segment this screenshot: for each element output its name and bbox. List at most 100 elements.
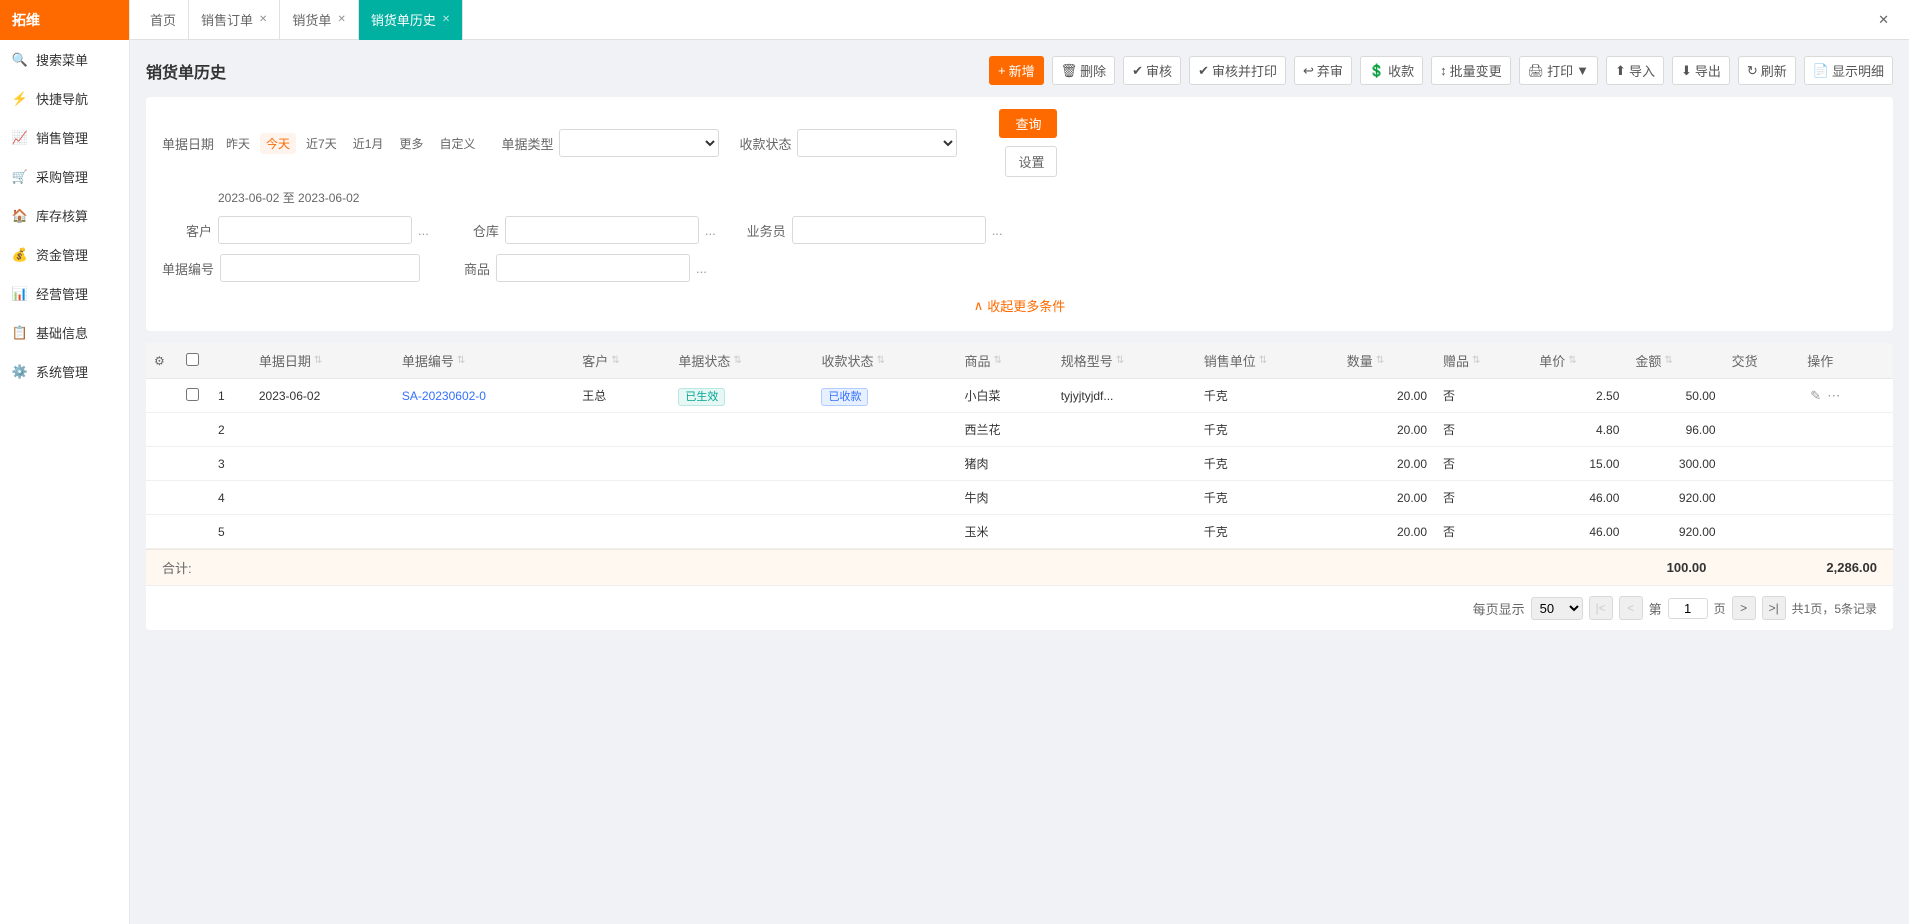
batch-change-button[interactable]: ↕ 批量变更	[1431, 56, 1511, 85]
goods-dots[interactable]: ...	[696, 261, 707, 276]
custom-btn[interactable]: 自定义	[433, 133, 481, 154]
cell-qty: 20.00	[1339, 379, 1435, 413]
customer-input[interactable]	[218, 216, 412, 244]
row-checkbox[interactable]	[186, 388, 199, 401]
print-button[interactable]: 🖨 打印 ▼	[1519, 56, 1598, 85]
date-label: 单据日期	[162, 134, 214, 153]
tab-sales-order[interactable]: 销售订单 ✕	[189, 0, 280, 40]
sidebar-item-search-menu[interactable]: 🔍 搜索菜单	[0, 40, 129, 79]
import-icon: ⬆	[1615, 63, 1626, 79]
th-goods[interactable]: 商品⇅	[957, 343, 1053, 379]
table-footer: 合计: 100.00 2,286.00	[146, 549, 1893, 585]
chevron-up-icon: ∧	[974, 298, 984, 314]
add-button[interactable]: + 新增	[989, 56, 1044, 85]
th-spec[interactable]: 规格型号⇅	[1053, 343, 1196, 379]
tab-sales-history[interactable]: 销货单历史 ✕	[359, 0, 463, 40]
1month-btn[interactable]: 近1月	[347, 133, 390, 154]
warehouse-input[interactable]	[505, 216, 699, 244]
select-all-checkbox[interactable]	[186, 353, 199, 366]
sidebar-item-ops-mgmt[interactable]: 📊 经营管理	[0, 274, 129, 313]
per-page-select[interactable]: 50 100	[1531, 597, 1583, 620]
th-amount[interactable]: 金额⇅	[1627, 343, 1723, 379]
goods-input[interactable]	[496, 254, 690, 282]
cell-goods: 玉米	[957, 515, 1053, 549]
cell-collect-status	[813, 413, 956, 447]
doc-type-select[interactable]	[559, 129, 719, 157]
th-gift[interactable]: 赠品⇅	[1435, 343, 1531, 379]
cell-action	[1799, 447, 1893, 481]
sidebar-item-funds-mgmt[interactable]: 💰 资金管理	[0, 235, 129, 274]
tab-close-icon[interactable]: ✕	[442, 14, 450, 25]
close-all-tabs-button[interactable]: ✕	[1866, 12, 1901, 28]
prev-page-button[interactable]: <	[1619, 596, 1643, 620]
cell-goods: 猪肉	[957, 447, 1053, 481]
last-page-button[interactable]: >|	[1762, 596, 1786, 620]
doc-no-input[interactable]	[220, 254, 420, 282]
sort-icon: ⇅	[314, 355, 322, 366]
main-area: 首页 销售订单 ✕ 销货单 ✕ 销货单历史 ✕ ✕ 销货单历史 + 新增	[130, 0, 1909, 924]
show-detail-button[interactable]: 📄 显示明细	[1804, 56, 1893, 85]
abandon-button[interactable]: ↩ 弃审	[1294, 56, 1352, 85]
th-settings[interactable]: ⚙	[146, 343, 178, 379]
audit-print-button[interactable]: ✔ 审核并打印	[1189, 56, 1286, 85]
cell-action: ✎⋯	[1799, 379, 1893, 413]
today-btn[interactable]: 今天	[260, 133, 296, 154]
more-btn[interactable]: 更多	[393, 133, 429, 154]
cell-doc-date	[251, 481, 394, 515]
sidebar-item-purchase-mgmt[interactable]: 🛒 采购管理	[0, 157, 129, 196]
tab-sales-goods[interactable]: 销货单 ✕	[280, 0, 358, 40]
7days-btn[interactable]: 近7天	[300, 133, 343, 154]
salesperson-dots[interactable]: ...	[992, 223, 1003, 238]
cell-checkbox	[178, 515, 210, 549]
th-unit[interactable]: 销售单位⇅	[1196, 343, 1339, 379]
refresh-button[interactable]: ↻ 刷新	[1738, 56, 1796, 85]
th-doc-date[interactable]: 单据日期⇅	[251, 343, 394, 379]
collapse-button[interactable]: ∧ 收起更多条件	[162, 292, 1877, 319]
th-qty[interactable]: 数量⇅	[1339, 343, 1435, 379]
export-icon: ⬇	[1681, 63, 1692, 79]
customer-dots[interactable]: ...	[418, 223, 429, 238]
query-button[interactable]: 查询	[999, 109, 1057, 138]
export-button[interactable]: ⬇ 导出	[1672, 56, 1730, 85]
sidebar-item-base-info[interactable]: 📋 基础信息	[0, 313, 129, 352]
set-button[interactable]: 设置	[1005, 146, 1057, 177]
ops-icon: 📊	[12, 286, 28, 302]
th-price[interactable]: 单价⇅	[1531, 343, 1627, 379]
more-icon[interactable]: ⋯	[1827, 388, 1840, 403]
cell-collect-status	[813, 515, 956, 549]
edit-icon[interactable]: ✎	[1810, 388, 1821, 403]
sidebar-item-inventory[interactable]: 🏠 库存核算	[0, 196, 129, 235]
th-collect-status[interactable]: 收款状态⇅	[813, 343, 956, 379]
warehouse-dots[interactable]: ...	[705, 223, 716, 238]
collect-button[interactable]: 💲 收款	[1360, 56, 1423, 85]
cell-doc-status	[670, 413, 813, 447]
salesperson-input[interactable]	[792, 216, 986, 244]
tab-label: 销货单历史	[371, 10, 436, 29]
audit-button[interactable]: ✔ 审核	[1123, 56, 1181, 85]
th-customer[interactable]: 客户⇅	[574, 343, 670, 379]
collapse-label: 收起更多条件	[987, 296, 1065, 315]
detail-icon: 📄	[1813, 63, 1829, 79]
cell-index: 4	[210, 481, 251, 515]
first-page-button[interactable]: |<	[1589, 596, 1613, 620]
th-doc-no[interactable]: 单据编号⇅	[394, 343, 574, 379]
import-button[interactable]: ⬆ 导入	[1606, 56, 1664, 85]
page-number-input[interactable]	[1668, 598, 1708, 619]
tab-close-icon[interactable]: ✕	[337, 14, 345, 25]
tab-close-icon[interactable]: ✕	[259, 14, 267, 25]
sidebar-item-sales-mgmt[interactable]: 📈 销售管理	[0, 118, 129, 157]
sidebar-item-label: 采购管理	[36, 167, 88, 186]
sort-icon: ⇅	[876, 355, 884, 366]
delete-button[interactable]: 🗑 删除	[1052, 56, 1116, 85]
cell-doc-date	[251, 515, 394, 549]
yesterday-btn[interactable]: 昨天	[220, 133, 256, 154]
cell-qty: 20.00	[1339, 481, 1435, 515]
tab-home[interactable]: 首页	[138, 0, 189, 40]
status-badge: 已生效	[678, 388, 725, 406]
sidebar-item-quick-nav[interactable]: ⚡ 快捷导航	[0, 79, 129, 118]
collect-status-select[interactable]	[797, 129, 957, 157]
next-page-button[interactable]: >	[1732, 596, 1756, 620]
total-info: 共1页，5条记录	[1792, 600, 1877, 617]
th-doc-status[interactable]: 单据状态⇅	[670, 343, 813, 379]
sidebar-item-sys-mgmt[interactable]: ⚙️ 系统管理	[0, 352, 129, 391]
